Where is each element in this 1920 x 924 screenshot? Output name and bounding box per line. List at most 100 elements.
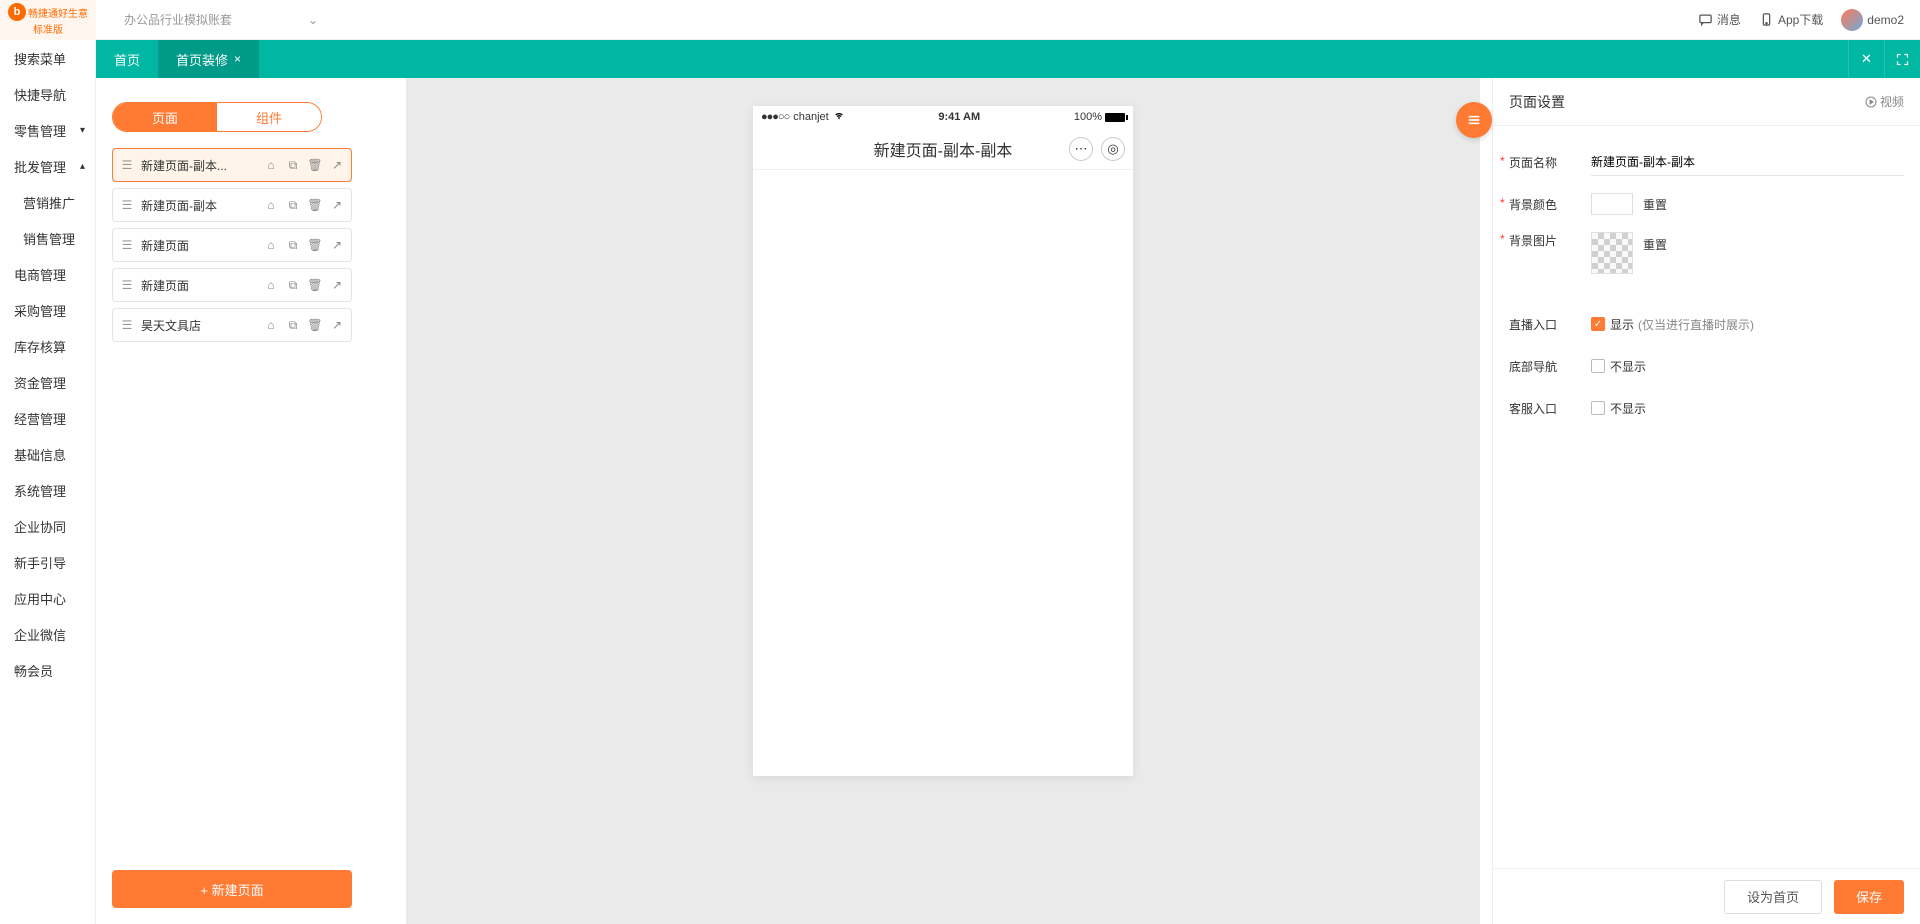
save-button[interactable]: 保存 xyxy=(1834,880,1904,914)
nav-collab[interactable]: 企业协同 xyxy=(0,508,95,544)
nav-search[interactable]: 搜索菜单 xyxy=(0,40,95,76)
bg-image-picker[interactable] xyxy=(1591,232,1633,274)
bg-image-reset[interactable]: 重置 xyxy=(1643,236,1667,253)
delete-icon[interactable]: 🗑 xyxy=(307,237,323,253)
fullscreen-icon xyxy=(1895,52,1910,67)
signal-icon: ●●●○○ xyxy=(761,111,789,123)
external-link-icon[interactable]: ↗ xyxy=(329,197,345,213)
copy-icon[interactable]: ⧉ xyxy=(285,197,301,213)
tab-close-all[interactable]: ✕ xyxy=(1848,40,1884,78)
bg-color-label: 背景颜色 xyxy=(1509,196,1591,213)
nav-shortcut[interactable]: 快捷导航 xyxy=(0,76,95,112)
nav-ecommerce[interactable]: 电商管理 xyxy=(0,256,95,292)
delete-icon[interactable]: 🗑 xyxy=(307,197,323,213)
tab-decorate[interactable]: 首页装修× xyxy=(158,40,259,78)
phone-status-bar: ●●●○○ chanjet 9:41 AM 100% xyxy=(753,106,1133,128)
nav-funds[interactable]: 资金管理 xyxy=(0,364,95,400)
page-name-input[interactable] xyxy=(1591,148,1904,176)
service-checkbox-label: 不显示 xyxy=(1610,400,1646,417)
tab-home[interactable]: 首页 xyxy=(96,40,158,78)
copy-icon[interactable]: ⧉ xyxy=(285,157,301,173)
nav-guide[interactable]: 新手引导 xyxy=(0,544,95,580)
delete-icon[interactable]: 🗑 xyxy=(307,277,323,293)
account-set-label: 办公品行业模拟账套 xyxy=(124,11,232,28)
nav-member[interactable]: 畅会员 xyxy=(0,652,95,688)
target-icon[interactable]: ◎ xyxy=(1101,137,1125,161)
copy-icon[interactable]: ⧉ xyxy=(285,237,301,253)
page-row[interactable]: ☰ 新建页面 ⌂⧉🗑↗ xyxy=(112,268,352,302)
menu-icon xyxy=(1466,112,1482,128)
nav-retail[interactable]: 零售管理▾ xyxy=(0,112,95,148)
carrier-label: chanjet xyxy=(793,111,828,123)
phone-time: 9:41 AM xyxy=(845,111,1074,123)
logo-subtitle: 标准版 xyxy=(33,21,63,36)
nav-sales[interactable]: 销售管理 xyxy=(0,220,95,256)
tab-fullscreen[interactable] xyxy=(1884,40,1920,78)
more-icon[interactable]: ⋯ xyxy=(1069,137,1093,161)
avatar xyxy=(1841,9,1863,31)
nav-basic[interactable]: 基础信息 xyxy=(0,436,95,472)
page-row[interactable]: ☰ 新建页面-副本 ⌂⧉🗑↗ xyxy=(112,188,352,222)
message-icon xyxy=(1698,12,1713,27)
external-link-icon[interactable]: ↗ xyxy=(329,237,345,253)
segment-toggle: 页面 组件 xyxy=(112,102,322,132)
bottom-nav-label: 底部导航 xyxy=(1509,358,1591,375)
copy-icon[interactable]: ⧉ xyxy=(285,277,301,293)
caret-up-icon: ▴ xyxy=(80,161,85,172)
chevron-down-icon: ⌄ xyxy=(308,13,318,27)
set-home-icon[interactable]: ⌂ xyxy=(263,197,279,213)
delete-icon[interactable]: 🗑 xyxy=(307,317,323,333)
video-help-link[interactable]: 视频 xyxy=(1865,93,1904,110)
page-name: 新建页面-副本... xyxy=(135,157,263,174)
nav-wechat[interactable]: 企业微信 xyxy=(0,616,95,652)
seg-component[interactable]: 组件 xyxy=(217,103,321,131)
left-nav: 搜索菜单 快捷导航 零售管理▾ 批发管理▴ 营销推广 销售管理 电商管理 采购管… xyxy=(0,40,96,924)
copy-icon[interactable]: ⧉ xyxy=(285,317,301,333)
page-row[interactable]: ☰ 昊天文具店 ⌂⧉🗑↗ xyxy=(112,308,352,342)
nav-marketing[interactable]: 营销推广 xyxy=(0,184,95,220)
messages-link[interactable]: 消息 xyxy=(1698,11,1741,28)
bg-color-reset[interactable]: 重置 xyxy=(1643,196,1667,213)
page-row[interactable]: ☰ 新建页面-副本... ⌂ ⧉ 🗑 ↗ xyxy=(112,148,352,182)
nav-operations[interactable]: 经营管理 xyxy=(0,400,95,436)
set-home-icon[interactable]: ⌂ xyxy=(263,277,279,293)
service-entry-label: 客服入口 xyxy=(1509,400,1591,417)
nav-appcenter[interactable]: 应用中心 xyxy=(0,580,95,616)
live-checkbox[interactable]: ✓ xyxy=(1591,317,1605,331)
external-link-icon[interactable]: ↗ xyxy=(329,157,345,173)
page-name-label: 页面名称 xyxy=(1509,154,1591,171)
nav-wholesale[interactable]: 批发管理▴ xyxy=(0,148,95,184)
bg-color-picker[interactable] xyxy=(1591,193,1633,215)
page-list-pane: 页面 组件 ☰ 新建页面-副本... ⌂ ⧉ 🗑 ↗ ☰ 新建页面-副本 ⌂⧉🗑… xyxy=(96,78,371,924)
service-checkbox[interactable] xyxy=(1591,401,1605,415)
nav-inventory[interactable]: 库存核算 xyxy=(0,328,95,364)
drag-handle-icon[interactable]: ☰ xyxy=(119,318,135,332)
drag-handle-icon[interactable]: ☰ xyxy=(119,158,135,172)
tab-bar: 首页 首页装修× ✕ xyxy=(96,40,1920,78)
user-menu[interactable]: demo2 xyxy=(1841,9,1904,31)
set-home-button[interactable]: 设为首页 xyxy=(1724,880,1822,914)
external-link-icon[interactable]: ↗ xyxy=(329,277,345,293)
set-home-icon[interactable]: ⌂ xyxy=(263,157,279,173)
bottom-nav-checkbox[interactable] xyxy=(1591,359,1605,373)
toggle-panel-button[interactable] xyxy=(1456,102,1492,138)
account-set-selector[interactable]: 办公品行业模拟账套 ⌄ xyxy=(116,7,326,33)
logo[interactable]: b 畅捷通好生意 标准版 xyxy=(0,0,96,40)
nav-system[interactable]: 系统管理 xyxy=(0,472,95,508)
add-page-button[interactable]: + 新建页面 xyxy=(112,870,352,908)
set-home-icon[interactable]: ⌂ xyxy=(263,317,279,333)
drag-handle-icon[interactable]: ☰ xyxy=(119,198,135,212)
page-row[interactable]: ☰ 新建页面 ⌂⧉🗑↗ xyxy=(112,228,352,262)
external-link-icon[interactable]: ↗ xyxy=(329,317,345,333)
app-download-link[interactable]: App下载 xyxy=(1759,11,1823,28)
phone-preview: ●●●○○ chanjet 9:41 AM 100% 新建页面-副本-副本 ⋯ … xyxy=(753,106,1133,776)
drag-handle-icon[interactable]: ☰ xyxy=(119,278,135,292)
close-icon[interactable]: × xyxy=(234,52,241,66)
delete-icon[interactable]: 🗑 xyxy=(307,157,323,173)
workspace: 页面 组件 ☰ 新建页面-副本... ⌂ ⧉ 🗑 ↗ ☰ 新建页面-副本 ⌂⧉🗑… xyxy=(96,78,1920,924)
seg-page[interactable]: 页面 xyxy=(113,103,217,131)
set-home-icon[interactable]: ⌂ xyxy=(263,237,279,253)
phone-nav-bar: 新建页面-副本-副本 ⋯ ◎ xyxy=(753,128,1133,170)
nav-purchase[interactable]: 采购管理 xyxy=(0,292,95,328)
drag-handle-icon[interactable]: ☰ xyxy=(119,238,135,252)
